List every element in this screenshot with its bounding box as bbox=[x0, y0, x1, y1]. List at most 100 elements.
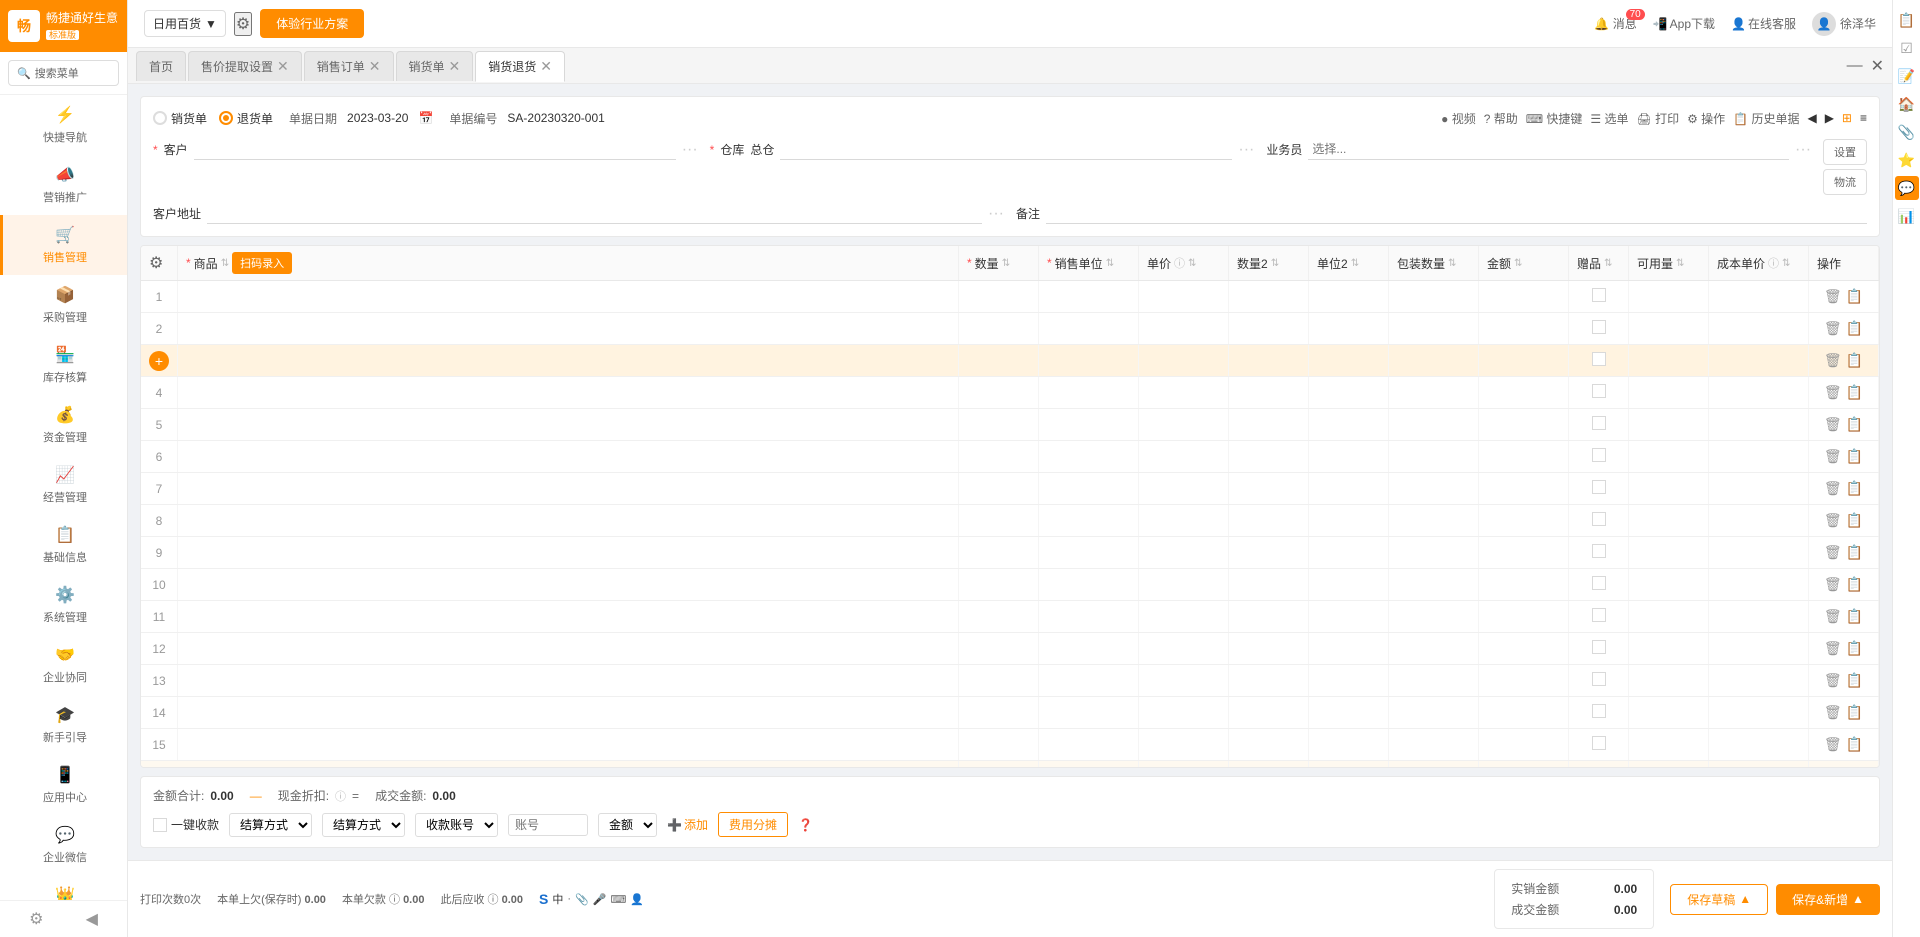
price-cell[interactable] bbox=[1139, 601, 1229, 633]
cost-cell[interactable] bbox=[1709, 377, 1809, 409]
sidebar-item-basic-info[interactable]: 📋 基础信息 bbox=[0, 515, 127, 575]
shortcut-link[interactable]: ⌨ 快捷键 bbox=[1526, 110, 1583, 127]
price-cell[interactable] bbox=[1139, 505, 1229, 537]
qty2-cell[interactable] bbox=[1229, 441, 1309, 473]
available-cell[interactable] bbox=[1629, 409, 1709, 441]
available-cell[interactable] bbox=[1629, 473, 1709, 505]
amount-cell[interactable] bbox=[1479, 345, 1569, 377]
unit2-cell[interactable] bbox=[1309, 281, 1389, 313]
sidebar-item-apps[interactable]: 📱 应用中心 bbox=[0, 755, 127, 815]
product-cell[interactable] bbox=[178, 505, 959, 537]
delete-row-button[interactable]: 🗑 bbox=[1824, 608, 1842, 625]
unit2-cell[interactable] bbox=[1309, 313, 1389, 345]
available-cell[interactable] bbox=[1629, 697, 1709, 729]
gift-cell[interactable] bbox=[1569, 281, 1629, 313]
cost-cell[interactable] bbox=[1709, 313, 1809, 345]
qty-cell[interactable] bbox=[959, 601, 1039, 633]
delete-row-button[interactable]: 🗑 bbox=[1824, 512, 1842, 529]
add-row-button[interactable]: + bbox=[149, 351, 169, 371]
window-minimize-button[interactable]: — bbox=[1847, 56, 1863, 76]
copy-row-button[interactable]: 📋 bbox=[1846, 512, 1863, 529]
delete-row-button[interactable]: 🗑 bbox=[1824, 576, 1842, 593]
copy-row-button[interactable]: 📋 bbox=[1846, 320, 1863, 337]
qty2-cell[interactable] bbox=[1229, 281, 1309, 313]
gift-cell[interactable] bbox=[1569, 505, 1629, 537]
select-link[interactable]: ☰ 选单 bbox=[1590, 110, 1628, 127]
tab-sales-return[interactable]: 销货退货 ✕ bbox=[475, 51, 565, 82]
product-cell[interactable] bbox=[178, 473, 959, 505]
sidebar-item-system[interactable]: ⚙️ 系统管理 bbox=[0, 575, 127, 635]
price-cell[interactable] bbox=[1139, 473, 1229, 505]
right-sidebar-icon-3[interactable]: 📝 bbox=[1895, 64, 1919, 88]
product-cell[interactable] bbox=[178, 441, 959, 473]
product-cell[interactable] bbox=[178, 313, 959, 345]
amount-cell[interactable] bbox=[1479, 665, 1569, 697]
cost-cell[interactable] bbox=[1709, 441, 1809, 473]
delete-row-button[interactable]: 🗑 bbox=[1824, 352, 1842, 369]
unit2-cell[interactable] bbox=[1309, 473, 1389, 505]
radio-return-bill[interactable]: 退货单 bbox=[219, 110, 273, 127]
scan-button[interactable]: 扫码录入 bbox=[232, 252, 292, 274]
copy-row-button[interactable]: 📋 bbox=[1846, 448, 1863, 465]
right-sidebar-icon-8[interactable]: 📊 bbox=[1895, 204, 1919, 228]
product-cell[interactable] bbox=[178, 345, 959, 377]
unit2-cell[interactable] bbox=[1309, 377, 1389, 409]
gift-cell[interactable] bbox=[1569, 665, 1629, 697]
sidebar-item-enterprise[interactable]: 🤝 企业协同 bbox=[0, 635, 127, 695]
unit-cell[interactable] bbox=[1039, 665, 1139, 697]
operation-link[interactable]: ⚙ 操作 bbox=[1687, 110, 1725, 127]
product-cell[interactable] bbox=[178, 569, 959, 601]
tab-price-settings[interactable]: 售价提取设置 ✕ bbox=[188, 51, 302, 81]
save-draft-button[interactable]: 保存草稿 ▲ bbox=[1670, 884, 1768, 915]
gift-checkbox[interactable] bbox=[1592, 384, 1606, 398]
sidebar-settings-button[interactable]: ⚙ bbox=[29, 909, 43, 929]
tab-close-return[interactable]: ✕ bbox=[540, 58, 552, 75]
next-icon[interactable]: ▶ bbox=[1825, 111, 1834, 125]
gift-cell[interactable] bbox=[1569, 313, 1629, 345]
unit-cell[interactable] bbox=[1039, 441, 1139, 473]
price-cell[interactable] bbox=[1139, 633, 1229, 665]
delete-row-button[interactable]: 🗑 bbox=[1824, 704, 1842, 721]
unit2-cell[interactable] bbox=[1309, 633, 1389, 665]
qty2-cell[interactable] bbox=[1229, 473, 1309, 505]
price-cell[interactable] bbox=[1139, 697, 1229, 729]
gift-cell[interactable] bbox=[1569, 569, 1629, 601]
available-cell[interactable] bbox=[1629, 345, 1709, 377]
pack-qty-cell[interactable] bbox=[1389, 473, 1479, 505]
gift-checkbox[interactable] bbox=[1592, 736, 1606, 750]
qty2-cell[interactable] bbox=[1229, 665, 1309, 697]
gift-cell[interactable] bbox=[1569, 441, 1629, 473]
product-cell[interactable] bbox=[178, 729, 959, 761]
pack-qty-cell[interactable] bbox=[1389, 441, 1479, 473]
gift-cell[interactable] bbox=[1569, 409, 1629, 441]
qty2-cell[interactable] bbox=[1229, 697, 1309, 729]
product-cell[interactable] bbox=[178, 697, 959, 729]
unit-cell[interactable] bbox=[1039, 409, 1139, 441]
sidebar-item-inventory[interactable]: 🏪 库存核算 bbox=[0, 335, 127, 395]
tab-close-price[interactable]: ✕ bbox=[277, 58, 289, 75]
cost-cell[interactable] bbox=[1709, 281, 1809, 313]
available-cell[interactable] bbox=[1629, 281, 1709, 313]
gift-checkbox[interactable] bbox=[1592, 320, 1606, 334]
sidebar-item-operations[interactable]: 📈 经营管理 bbox=[0, 455, 127, 515]
delete-row-button[interactable]: 🗑 bbox=[1824, 480, 1842, 497]
price-cell[interactable] bbox=[1139, 729, 1229, 761]
pack-qty-cell[interactable] bbox=[1389, 281, 1479, 313]
unit-cell[interactable] bbox=[1039, 729, 1139, 761]
account-select[interactable]: 收款账号 bbox=[415, 813, 498, 837]
qty-cell[interactable] bbox=[959, 313, 1039, 345]
cost-cell[interactable] bbox=[1709, 633, 1809, 665]
qty2-cell[interactable] bbox=[1229, 729, 1309, 761]
address-select-dots[interactable]: ··· bbox=[988, 205, 1004, 223]
copy-row-button[interactable]: 📋 bbox=[1846, 352, 1863, 369]
qty-cell[interactable] bbox=[959, 281, 1039, 313]
available-cell[interactable] bbox=[1629, 377, 1709, 409]
unit-cell[interactable] bbox=[1039, 505, 1139, 537]
delete-row-button[interactable]: 🗑 bbox=[1824, 288, 1842, 305]
right-sidebar-icon-4[interactable]: 🏠 bbox=[1895, 92, 1919, 116]
gift-checkbox[interactable] bbox=[1592, 672, 1606, 686]
gift-checkbox[interactable] bbox=[1592, 352, 1606, 366]
qty-cell[interactable] bbox=[959, 441, 1039, 473]
user-profile[interactable]: 👤 徐泽华 bbox=[1812, 12, 1876, 36]
sidebar-item-marketing[interactable]: 📣 营销推广 bbox=[0, 155, 127, 215]
